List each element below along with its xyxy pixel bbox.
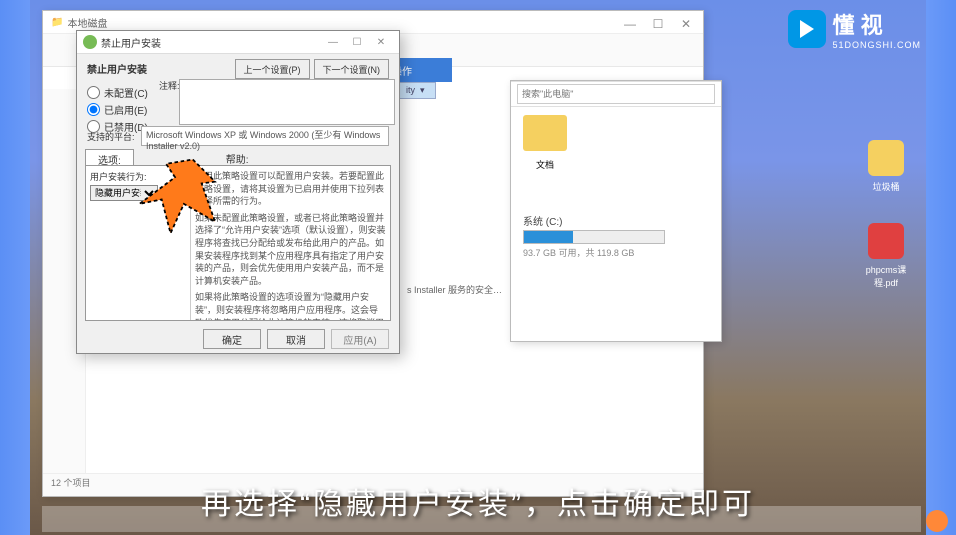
prev-setting-button[interactable]: 上一个设置(P) (235, 59, 310, 79)
explorer-content[interactable]: 文档 系统 (C:) 93.7 GB 可用，共 119.8 GB (511, 107, 721, 267)
dialog-window-buttons: — ☐ ✕ (321, 34, 393, 50)
disk-item[interactable]: 系统 (C:) 93.7 GB 可用，共 119.8 GB (523, 213, 709, 259)
help-paragraph: 如果未配置此策略设置，或者已将此策略设置并选择了“允许用户安装”选项（默认设置）… (195, 212, 386, 288)
radio-not-configured[interactable]: 未配置(C) (87, 85, 148, 100)
dialog-content: 用户安装行为: 隐藏用户安装 使用此策略设置可以配置用户安装。若要配置此策略设置… (85, 165, 391, 321)
comment-input[interactable] (179, 79, 395, 125)
video-subtitle: 再选择“隐藏用户安装”，点击确定即可 (0, 479, 956, 523)
frame-left (0, 0, 30, 535)
installer-note: s Installer 服务的安全… (405, 282, 504, 297)
explorer-window-pc[interactable]: 文档 系统 (C:) 93.7 GB 可用，共 119.8 GB (510, 80, 722, 342)
help-paragraph: 使用此策略设置可以配置用户安装。若要配置此策略设置，请将其设置为已启用并使用下拉… (195, 170, 386, 208)
play-icon (788, 10, 826, 48)
cancel-button[interactable]: 取消 (267, 329, 325, 349)
pdf-icon (868, 223, 904, 259)
maximize-button[interactable]: ☐ (644, 14, 672, 34)
logo-site: 51DONGSHI.COM (832, 40, 921, 50)
icon-label: phpcms课程.pdf (866, 265, 907, 288)
platform-value: Microsoft Windows XP 或 Windows 2000 (至少有… (141, 126, 389, 146)
disk-label: 系统 (C:) (523, 213, 709, 228)
dialog-icon (83, 35, 97, 49)
folder-icon (523, 115, 567, 151)
disk-free-text: 93.7 GB 可用，共 119.8 GB (523, 246, 709, 259)
user-install-behavior-select[interactable]: 隐藏用户安装 (90, 185, 158, 201)
dialog-footer: 确定 取消 应用(A) (77, 325, 399, 353)
options-pane: 用户安装行为: 隐藏用户安装 (86, 166, 191, 320)
address-bar[interactable] (511, 81, 721, 107)
help-pane: 使用此策略设置可以配置用户安装。若要配置此策略设置，请将其设置为已启用并使用下拉… (191, 166, 390, 320)
icon-label: 垃圾桶 (872, 182, 899, 192)
ok-button[interactable]: 确定 (203, 329, 261, 349)
search-input[interactable] (517, 84, 715, 104)
desktop-icons: 垃圾桶 phpcms课程.pdf (861, 140, 911, 289)
folder-icon (868, 140, 904, 176)
platform-row: 支持的平台: Microsoft Windows XP 或 Windows 20… (87, 126, 389, 146)
desktop-icon-trash[interactable]: 垃圾桶 (861, 140, 911, 193)
apply-button[interactable]: 应用(A) (331, 329, 389, 349)
comment-area (179, 79, 389, 128)
dialog-titlebar[interactable]: 禁止用户安装 — ☐ ✕ (77, 31, 399, 54)
window-title: 本地磁盘 (67, 15, 107, 30)
minimize-button[interactable]: — (321, 34, 345, 50)
app-icon: 📁 (51, 17, 63, 28)
comment-label: 注释: (159, 79, 180, 92)
policy-name: 禁止用户安装 (87, 61, 147, 76)
minimize-button[interactable]: — (616, 14, 644, 34)
frame-right (926, 0, 956, 535)
platform-label: 支持的平台: (87, 130, 135, 143)
policy-dialog: 禁止用户安装 — ☐ ✕ 上一个设置(P) 下一个设置(N) 禁止用户安装 未配… (76, 30, 400, 354)
logo-text: 懂 视 (832, 8, 921, 40)
ribbon-dropdown[interactable]: ity ▾ (395, 82, 436, 99)
folder-label: 文档 (523, 158, 567, 171)
watermark-logo: 懂 视 51DONGSHI.COM (788, 8, 921, 50)
dialog-title: 禁止用户安装 (101, 35, 161, 50)
close-button[interactable]: ✕ (672, 14, 700, 34)
next-setting-button[interactable]: 下一个设置(N) (314, 59, 390, 79)
dialog-nav: 上一个设置(P) 下一个设置(N) (235, 59, 390, 79)
maximize-button[interactable]: ☐ (345, 34, 369, 50)
desktop-icon-pdf[interactable]: phpcms课程.pdf (861, 223, 911, 289)
help-paragraph: 如果将此策略设置的选项设置为“隐藏用户安装”，则安装程序将忽略用户应用程序。这会… (195, 291, 386, 320)
folder-item[interactable]: 文档 (523, 115, 567, 171)
close-button[interactable]: ✕ (369, 34, 393, 50)
radio-enabled[interactable]: 已启用(E) (87, 102, 148, 117)
disk-usage-bar (523, 230, 665, 244)
option-label: 用户安装行为: (90, 170, 186, 183)
window-buttons: — ☐ ✕ (616, 14, 700, 34)
